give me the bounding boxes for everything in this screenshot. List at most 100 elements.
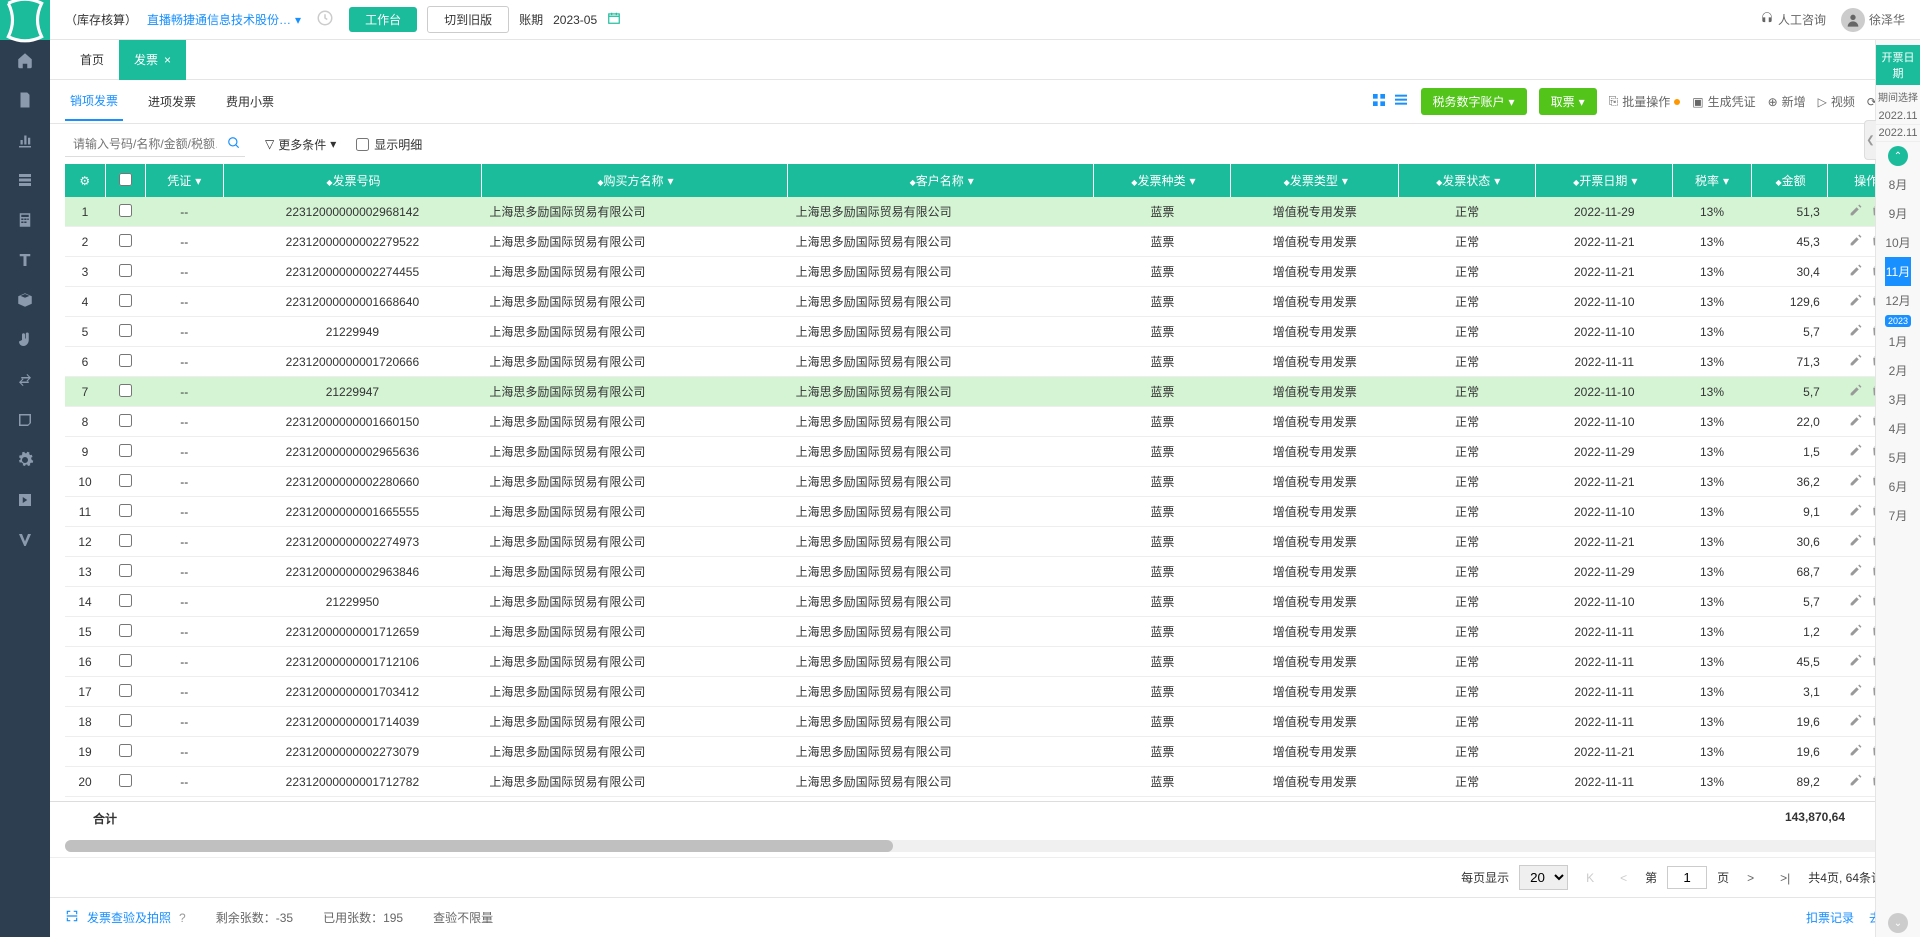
month-12月[interactable]: 12月 bbox=[1885, 286, 1911, 315]
row-checkbox[interactable] bbox=[105, 617, 145, 647]
table-row[interactable]: 17--22312000000001703412上海思多励国际贸易有限公司上海思… bbox=[65, 677, 1905, 707]
table-row[interactable]: 10--22312000000002280660上海思多励国际贸易有限公司上海思… bbox=[65, 467, 1905, 497]
edit-icon[interactable] bbox=[1849, 294, 1862, 310]
row-checkbox[interactable] bbox=[105, 767, 145, 797]
tax-account-button[interactable]: 税务数字账户 ▾ bbox=[1421, 88, 1527, 115]
table-row[interactable]: 20--22312000000001712782上海思多励国际贸易有限公司上海思… bbox=[65, 767, 1905, 797]
table-row[interactable]: 3--22312000000002274455上海思多励国际贸易有限公司上海思多… bbox=[65, 257, 1905, 287]
search-icon[interactable] bbox=[227, 136, 241, 153]
month-3月[interactable]: 3月 bbox=[1885, 385, 1911, 414]
batch-action-link[interactable]: ⎘批量操作 bbox=[1609, 93, 1681, 110]
nav-box-icon[interactable] bbox=[0, 280, 50, 320]
row-checkbox[interactable] bbox=[105, 377, 145, 407]
nav-chart-icon[interactable] bbox=[0, 120, 50, 160]
month-9月[interactable]: 9月 bbox=[1885, 199, 1911, 228]
table-row[interactable]: 4--22312000000001668640上海思多励国际贸易有限公司上海思多… bbox=[65, 287, 1905, 317]
edit-icon[interactable] bbox=[1849, 534, 1862, 550]
row-checkbox[interactable] bbox=[105, 347, 145, 377]
month-6月[interactable]: 6月 bbox=[1885, 472, 1911, 501]
table-row[interactable]: 9--22312000000002965636上海思多励国际贸易有限公司上海思多… bbox=[65, 437, 1905, 467]
month-8月[interactable]: 8月 bbox=[1885, 170, 1911, 199]
support-link[interactable]: 人工咨询 bbox=[1760, 11, 1826, 28]
filter-icon[interactable]: ▾ bbox=[1723, 174, 1729, 188]
row-checkbox[interactable] bbox=[105, 647, 145, 677]
nav-calc-icon[interactable] bbox=[0, 200, 50, 240]
row-checkbox[interactable] bbox=[105, 257, 145, 287]
edit-icon[interactable] bbox=[1849, 594, 1862, 610]
edit-icon[interactable] bbox=[1849, 624, 1862, 640]
edit-icon[interactable] bbox=[1849, 654, 1862, 670]
nav-hand-icon[interactable] bbox=[0, 320, 50, 360]
app-logo[interactable] bbox=[0, 0, 50, 40]
row-checkbox[interactable] bbox=[105, 497, 145, 527]
scroll-down-button[interactable]: ⌄ bbox=[1888, 913, 1908, 933]
table-row[interactable]: 15--22312000000001712659上海思多励国际贸易有限公司上海思… bbox=[65, 617, 1905, 647]
nav-settings-icon[interactable] bbox=[0, 440, 50, 480]
subtab-output-invoice[interactable]: 销项发票 bbox=[65, 82, 123, 121]
grid-view-icon[interactable] bbox=[1371, 92, 1387, 111]
month-10月[interactable]: 10月 bbox=[1885, 228, 1911, 257]
table-row[interactable]: 6--22312000000001720666上海思多励国际贸易有限公司上海思多… bbox=[65, 347, 1905, 377]
search-input[interactable] bbox=[65, 132, 245, 157]
row-checkbox[interactable] bbox=[105, 197, 145, 227]
row-checkbox[interactable] bbox=[105, 407, 145, 437]
user-menu[interactable]: 徐泽华 bbox=[1841, 8, 1905, 32]
row-checkbox[interactable] bbox=[105, 557, 145, 587]
edit-icon[interactable] bbox=[1849, 384, 1862, 400]
edit-icon[interactable] bbox=[1849, 774, 1862, 790]
list-view-icon[interactable] bbox=[1393, 92, 1409, 111]
nav-text-icon[interactable] bbox=[0, 240, 50, 280]
edit-icon[interactable] bbox=[1849, 204, 1862, 220]
month-1月[interactable]: 1月 bbox=[1885, 327, 1911, 356]
month-7月[interactable]: 7月 bbox=[1885, 501, 1911, 530]
table-row[interactable]: 12--22312000000002274973上海思多励国际贸易有限公司上海思… bbox=[65, 527, 1905, 557]
tab-home[interactable]: 首页 bbox=[65, 40, 119, 80]
edit-icon[interactable] bbox=[1849, 444, 1862, 460]
row-checkbox[interactable] bbox=[105, 227, 145, 257]
row-checkbox[interactable] bbox=[105, 737, 145, 767]
table-row[interactable]: 13--22312000000002963846上海思多励国际贸易有限公司上海思… bbox=[65, 557, 1905, 587]
more-filters[interactable]: ▽ 更多条件 ▾ bbox=[265, 136, 336, 153]
edit-icon[interactable] bbox=[1849, 504, 1862, 520]
table-row[interactable]: 5--21229949上海思多励国际贸易有限公司上海思多励国际贸易有限公司蓝票增… bbox=[65, 317, 1905, 347]
scroll-up-button[interactable]: ⌃ bbox=[1888, 146, 1908, 166]
filter-icon[interactable]: ▾ bbox=[668, 174, 674, 188]
col-type[interactable]: ◆发票类型▾ bbox=[1231, 164, 1399, 197]
edit-icon[interactable] bbox=[1849, 264, 1862, 280]
video-link[interactable]: ▷视频 bbox=[1818, 93, 1855, 110]
nav-home-icon[interactable] bbox=[0, 40, 50, 80]
row-checkbox[interactable] bbox=[105, 467, 145, 497]
prev-page-button[interactable]: < bbox=[1612, 868, 1635, 888]
filter-icon[interactable]: ▾ bbox=[1631, 174, 1637, 188]
edit-icon[interactable] bbox=[1849, 474, 1862, 490]
edit-icon[interactable] bbox=[1849, 414, 1862, 430]
add-link[interactable]: ⊕新增 bbox=[1768, 93, 1806, 110]
row-checkbox[interactable] bbox=[105, 677, 145, 707]
per-page-select[interactable]: 20 bbox=[1519, 865, 1568, 890]
nav-transfer-icon[interactable] bbox=[0, 360, 50, 400]
col-amount[interactable]: ◆金额 bbox=[1751, 164, 1828, 197]
panel-period-1[interactable]: 2022.11 bbox=[1876, 108, 1920, 125]
col-invoice-no[interactable]: ◆发票号码 bbox=[223, 164, 481, 197]
filter-icon[interactable]: ▾ bbox=[1342, 174, 1348, 188]
filter-icon[interactable]: ▾ bbox=[1494, 174, 1500, 188]
month-11月[interactable]: 11月 bbox=[1885, 257, 1911, 286]
verify-link[interactable]: 发票查验及拍照 ? bbox=[65, 909, 186, 926]
deduct-record-link[interactable]: 扣票记录 bbox=[1806, 909, 1854, 926]
subtab-expense-receipt[interactable]: 费用小票 bbox=[221, 83, 279, 120]
company-dropdown[interactable]: 直播畅捷通信息技术股份… ▾ bbox=[147, 11, 301, 28]
scrollbar-thumb[interactable] bbox=[65, 840, 893, 852]
collapse-panel-button[interactable]: ❮ bbox=[1864, 120, 1876, 160]
edit-icon[interactable] bbox=[1849, 564, 1862, 580]
history-icon[interactable] bbox=[316, 9, 334, 30]
table-row[interactable]: 8--22312000000001660150上海思多励国际贸易有限公司上海思多… bbox=[65, 407, 1905, 437]
page-input[interactable] bbox=[1667, 866, 1707, 889]
col-settings[interactable]: ⚙ bbox=[65, 164, 105, 197]
table-row[interactable]: 1--22312000000002968142上海思多励国际贸易有限公司上海思多… bbox=[65, 197, 1905, 227]
edit-icon[interactable] bbox=[1849, 714, 1862, 730]
col-status[interactable]: ◆发票状态▾ bbox=[1399, 164, 1536, 197]
gen-voucher-link[interactable]: ▣生成凭证 bbox=[1692, 93, 1755, 110]
table-row[interactable]: 18--22312000000001714039上海思多励国际贸易有限公司上海思… bbox=[65, 707, 1905, 737]
row-checkbox[interactable] bbox=[105, 587, 145, 617]
subtab-input-invoice[interactable]: 进项发票 bbox=[143, 83, 201, 120]
